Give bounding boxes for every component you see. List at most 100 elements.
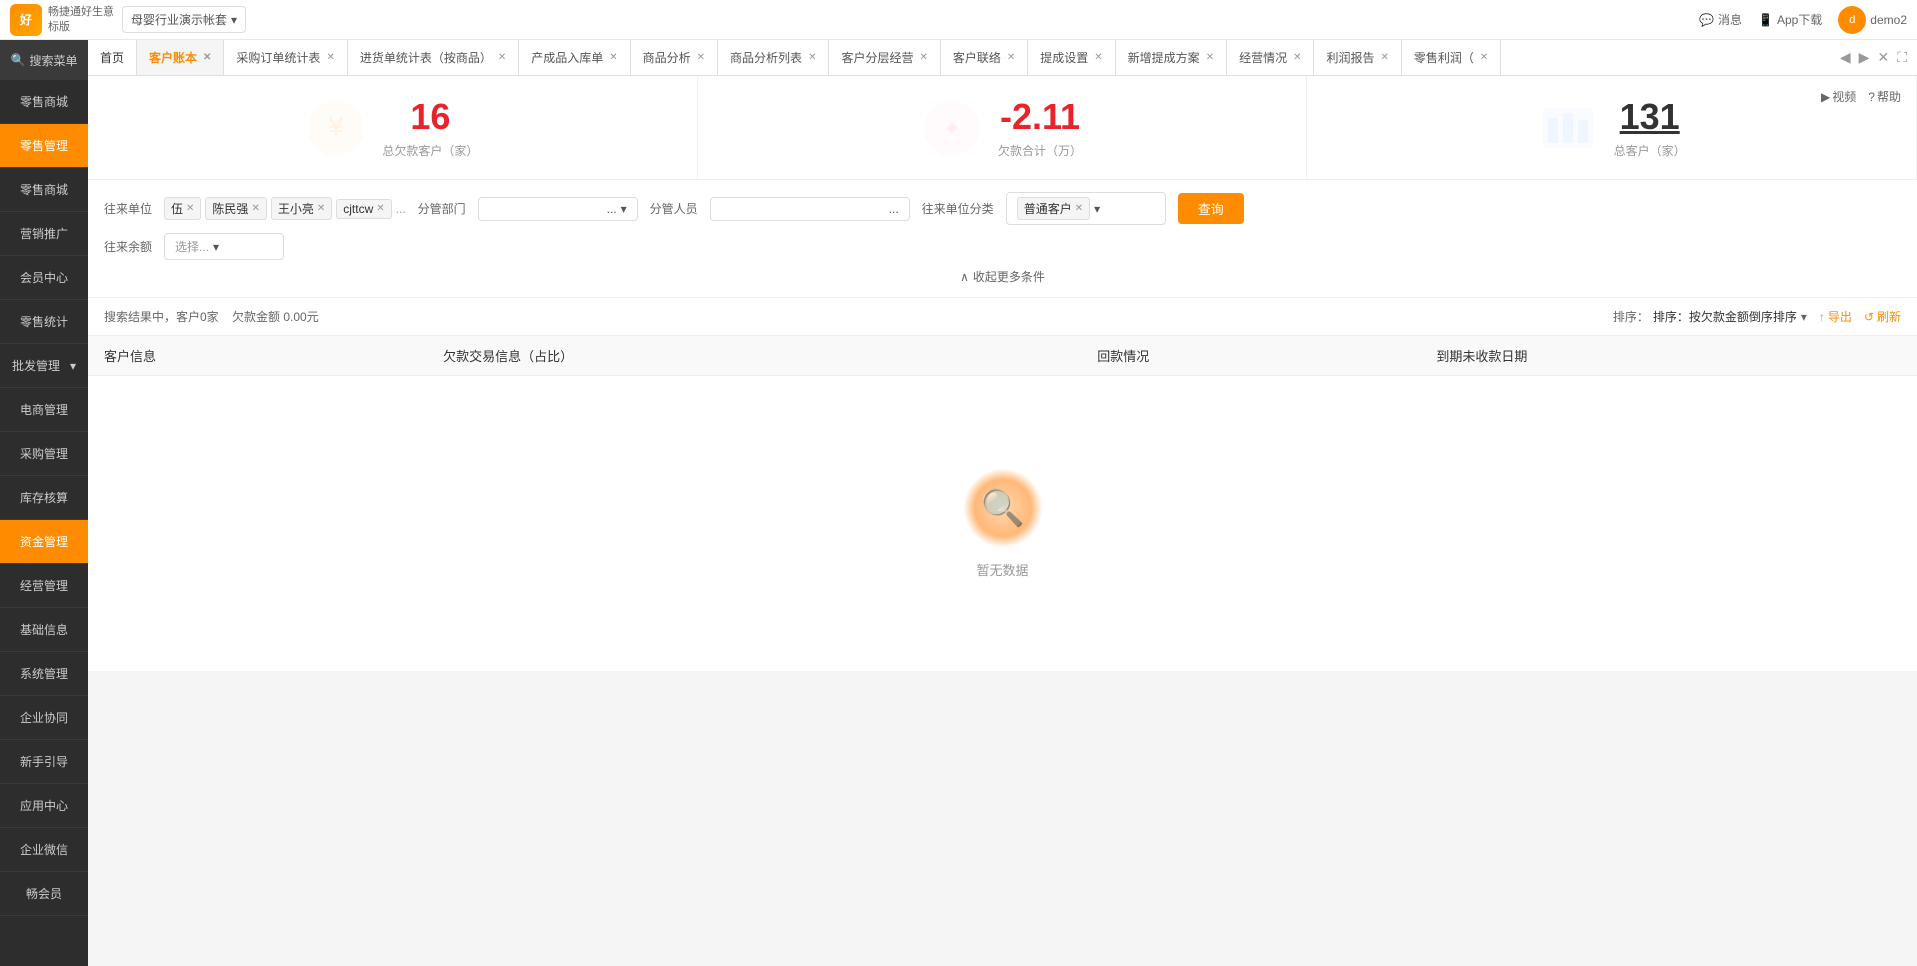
empty-state: 暂无数据 — [104, 388, 1901, 659]
query-button[interactable]: 查询 — [1178, 193, 1244, 224]
remove-tag-wang[interactable]: ✕ — [317, 203, 325, 214]
dept-select[interactable]: ... ▾ — [478, 197, 638, 221]
col-customer-info: 客户信息 — [88, 336, 427, 376]
sidebar-item-wholesale[interactable]: 批发管理 ▾ — [0, 344, 88, 388]
collapse-btn[interactable]: ∧ 收起更多条件 — [104, 268, 1901, 285]
tab-profit-report[interactable]: 利润报告 ✕ — [1314, 40, 1401, 76]
sidebar-item-marketing[interactable]: 营销推广 — [0, 212, 88, 256]
sidebar-item-app-center[interactable]: 应用中心 — [0, 784, 88, 828]
category-label: 往来单位分类 — [922, 200, 994, 217]
sidebar-item-inventory[interactable]: 库存核算 — [0, 476, 88, 520]
tab-close-all[interactable]: ✕ — [1875, 47, 1891, 68]
sidebar-item-quick-nav[interactable]: 零售商城 — [0, 80, 88, 124]
tab-goods-analysis-list[interactable]: 商品分析列表 ✕ — [718, 40, 829, 76]
tab-goods-analysis[interactable]: 商品分析 ✕ — [631, 40, 718, 76]
stat-icon-1: ¥ — [306, 98, 366, 158]
close-tab-contact[interactable]: ✕ — [1007, 52, 1015, 63]
category-select[interactable]: 普通客户 ✕ ▾ — [1006, 192, 1166, 225]
sidebar-item-ecommerce[interactable]: 电商管理 — [0, 388, 88, 432]
sidebar-item-retail-stats[interactable]: 零售统计 — [0, 300, 88, 344]
chevron-down-icon: ▾ — [231, 13, 237, 27]
sidebar-item-member[interactable]: 会员中心 — [0, 256, 88, 300]
tab-customer-accounts[interactable]: 客户账本 ✕ — [137, 40, 224, 76]
tab-maximize[interactable]: ⛶ — [1895, 47, 1909, 68]
stat-label-total: 总客户（家） — [1614, 142, 1686, 159]
sidebar-item-finance[interactable]: 资金管理 — [0, 520, 88, 564]
sidebar-item-retail[interactable]: 零售管理 — [0, 124, 88, 168]
tab-customer-contact[interactable]: 客户联络 ✕ — [941, 40, 1028, 76]
remove-tag-chen[interactable]: ✕ — [251, 203, 259, 214]
export-btn[interactable]: ↑ 导出 — [1819, 308, 1852, 325]
tab-commission-settings[interactable]: 提成设置 ✕ — [1028, 40, 1115, 76]
tab-new-commission[interactable]: 新增提成方案 ✕ — [1116, 40, 1227, 76]
close-tab-profit[interactable]: ✕ — [1381, 52, 1389, 63]
close-tab-tier[interactable]: ✕ — [919, 52, 927, 63]
help-icon: ? — [1868, 90, 1875, 104]
stat-label-debt: 欠款合计（万） — [998, 142, 1082, 159]
sidebar-item-newbie[interactable]: 新手引导 — [0, 740, 88, 784]
category-tag[interactable]: 普通客户 ✕ — [1017, 197, 1090, 220]
sort-select[interactable]: 排序： 排序：按欠款金额倒序排序 ▾ — [1613, 308, 1807, 325]
more-tags[interactable]: ... — [396, 202, 406, 216]
unit-tag-chen[interactable]: 陈民强 ✕ — [205, 197, 266, 220]
close-tab-product-in[interactable]: ✕ — [609, 52, 617, 63]
unit-tag-cjttcw[interactable]: cjttcw ✕ — [336, 199, 391, 219]
top-nav: 好 畅捷通好生意 标版 母婴行业演示帐套 ▾ 💬 消息 📱 App下载 d de… — [0, 0, 1917, 40]
refresh-btn[interactable]: ↺ 刷新 — [1864, 308, 1901, 325]
sort-chevron-icon: ▾ — [1801, 310, 1807, 324]
tab-customer-tier[interactable]: 客户分层经营 ✕ — [829, 40, 940, 76]
tab-scroll-right[interactable]: ▶ — [1857, 47, 1872, 68]
person-select[interactable]: ... — [710, 197, 910, 221]
close-tab-purchase[interactable]: ✕ — [326, 52, 334, 63]
filter-row-2: 往来余额 选择... ▾ — [104, 233, 1901, 260]
unit-tag-wu[interactable]: 伍 ✕ — [164, 197, 201, 220]
close-tab-commission[interactable]: ✕ — [1094, 52, 1102, 63]
video-btn[interactable]: ▶ 视频 — [1821, 88, 1856, 105]
sidebar-item-ops[interactable]: 经营管理 — [0, 564, 88, 608]
tab-goods-in-stats[interactable]: 进货单统计表（按商品） ✕ — [348, 40, 519, 76]
stat-icon-2: ✦ — [922, 98, 982, 158]
sidebar-item-enterprise-collab[interactable]: 企业协同 — [0, 696, 88, 740]
sidebar-item-purchase[interactable]: 采购管理 — [0, 432, 88, 476]
close-tab-retail-profit[interactable]: ✕ — [1480, 52, 1488, 63]
remove-tag-cjttcw[interactable]: ✕ — [376, 203, 384, 214]
stat-number-total: 131 — [1614, 96, 1686, 138]
help-btn[interactable]: ? 帮助 — [1868, 88, 1901, 105]
balance-select[interactable]: 选择... ▾ — [164, 233, 284, 260]
avatar-icon: d — [1838, 6, 1866, 34]
tab-ops-status[interactable]: 经营情况 ✕ — [1227, 40, 1314, 76]
table-area: 搜索结果中，客户0家 欠款金额 0.00元 排序： 排序：按欠款金额倒序排序 ▾… — [88, 298, 1917, 672]
dept-more-icon: ... — [607, 202, 617, 216]
message-btn[interactable]: 💬 消息 — [1699, 11, 1742, 28]
sidebar-item-retail-mall[interactable]: 零售商城 — [0, 168, 88, 212]
sidebar-item-system[interactable]: 系统管理 — [0, 652, 88, 696]
sidebar-item-member2[interactable]: 畅会员 — [0, 872, 88, 916]
chevron-up-icon: ∧ — [960, 270, 969, 284]
close-tab-goods-analysis[interactable]: ✕ — [697, 52, 705, 63]
tab-scroll-left[interactable]: ◀ — [1838, 47, 1853, 68]
person-more-icon: ... — [889, 202, 899, 216]
close-tab-new-commission[interactable]: ✕ — [1206, 52, 1214, 63]
sidebar-item-enterprise-wechat[interactable]: 企业微信 — [0, 828, 88, 872]
tab-retail-profit[interactable]: 零售利润（ ✕ — [1402, 40, 1501, 76]
tab-product-in[interactable]: 产成品入库单 ✕ — [519, 40, 630, 76]
svg-text:✦: ✦ — [943, 116, 961, 141]
close-tab-goods-list[interactable]: ✕ — [808, 52, 816, 63]
table-toolbar: 搜索结果中，客户0家 欠款金额 0.00元 排序： 排序：按欠款金额倒序排序 ▾… — [88, 298, 1917, 336]
user-avatar[interactable]: d demo2 — [1838, 6, 1907, 34]
sidebar-search-btn[interactable]: 🔍 搜索菜单 — [0, 40, 88, 80]
unit-tag-wang[interactable]: 王小亮 ✕ — [271, 197, 332, 220]
remove-tag-wu[interactable]: ✕ — [186, 203, 194, 214]
close-tab-goods-in[interactable]: ✕ — [498, 52, 506, 63]
sidebar-item-basic[interactable]: 基础信息 — [0, 608, 88, 652]
close-tab-customer-accounts[interactable]: ✕ — [203, 52, 211, 63]
stat-debt-total: ✦ -2.11 欠款合计（万） — [698, 76, 1308, 179]
remove-category-tag[interactable]: ✕ — [1075, 203, 1083, 214]
col-overdue-date: 到期未收款日期 — [1420, 336, 1917, 376]
app-download-btn[interactable]: 📱 App下载 — [1758, 11, 1822, 28]
tab-purchase-order-stats[interactable]: 采购订单统计表 ✕ — [224, 40, 347, 76]
tab-home[interactable]: 首页 — [88, 40, 137, 76]
account-dropdown[interactable]: 母婴行业演示帐套 ▾ — [122, 6, 246, 33]
unit-label: 往来单位 — [104, 200, 152, 217]
close-tab-ops[interactable]: ✕ — [1293, 52, 1301, 63]
